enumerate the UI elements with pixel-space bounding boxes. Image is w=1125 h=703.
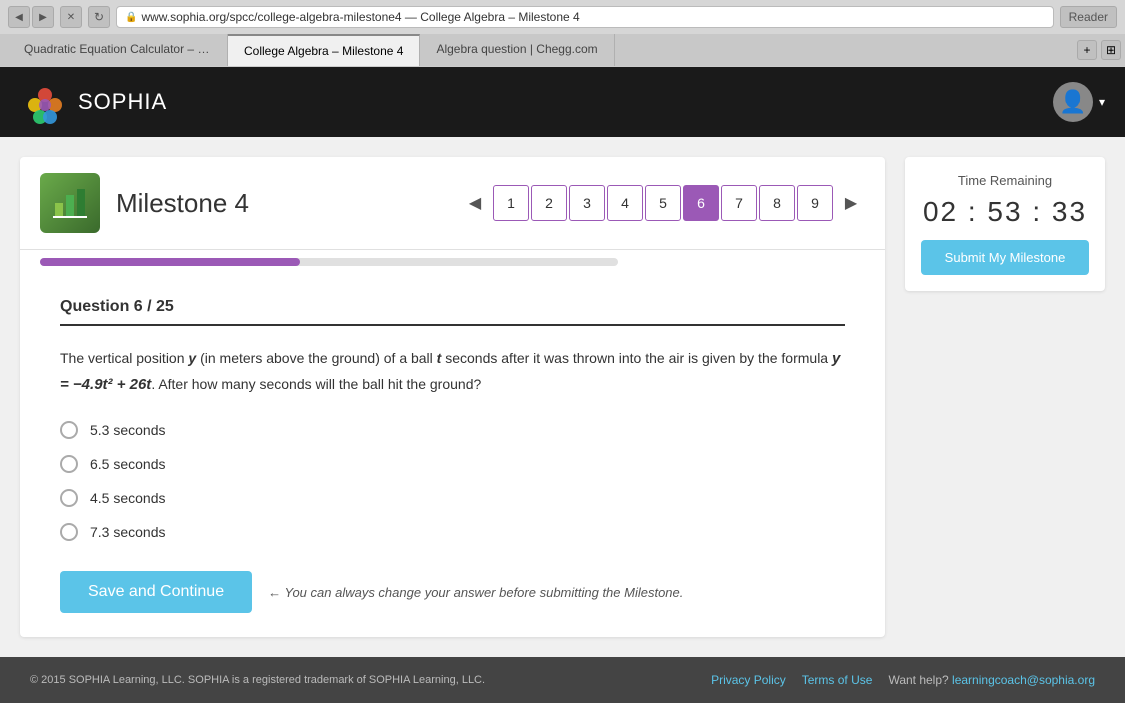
tab-actions: + ⊞ — [1073, 34, 1125, 66]
back-button[interactable]: ◀ — [8, 6, 30, 28]
browser-chrome: ◀ ▶ ✕ ↻ 🔒 www.sophia.org/spcc/college-al… — [0, 0, 1125, 67]
main-content: Milestone 4 ◀ 123456789 ▶ Question 6 / 2… — [0, 137, 1125, 657]
user-avatar-area[interactable]: 👤 ▾ — [1053, 82, 1105, 122]
footer: © 2015 SOPHIA Learning, LLC. SOPHIA is a… — [0, 657, 1125, 703]
answer-label-4: 7.3 seconds — [90, 524, 166, 540]
url-bar[interactable]: 🔒 www.sophia.org/spcc/college-algebra-mi… — [116, 6, 1054, 28]
time-label: Time Remaining — [921, 173, 1089, 188]
lock-icon: 🔒 — [125, 12, 137, 23]
tab-college-algebra[interactable]: College Algebra – Milestone 4 — [228, 34, 420, 66]
answer-option-4[interactable]: 7.3 seconds — [60, 523, 845, 541]
milestone-title: Milestone 4 — [116, 188, 445, 219]
save-continue-button[interactable]: Save and Continue — [60, 571, 252, 613]
app-header: SOPHIA 👤 ▾ — [0, 67, 1125, 137]
next-question-button[interactable]: ▶ — [837, 189, 865, 217]
milestone-icon — [40, 173, 100, 233]
question-number-9[interactable]: 9 — [797, 185, 833, 221]
reader-button[interactable]: Reader — [1060, 6, 1117, 28]
terms-of-use-link[interactable]: Terms of Use — [802, 673, 873, 687]
tab-chegg[interactable]: Algebra question | Chegg.com — [420, 34, 614, 66]
add-tab-button[interactable]: + — [1077, 40, 1097, 60]
avatar: 👤 — [1053, 82, 1093, 122]
footer-copyright: © 2015 SOPHIA Learning, LLC. SOPHIA is a… — [30, 674, 485, 686]
question-number-5[interactable]: 5 — [645, 185, 681, 221]
answer-option-1[interactable]: 5.3 seconds — [60, 421, 845, 439]
sophia-logo-text: SOPHIA — [78, 89, 167, 115]
question-number-3[interactable]: 3 — [569, 185, 605, 221]
footer-right: Privacy Policy Terms of Use Want help? l… — [711, 673, 1095, 687]
sophia-flower-logo — [20, 77, 70, 127]
question-number-4[interactable]: 4 — [607, 185, 643, 221]
question-text-part3: seconds after it was thrown into the air… — [441, 350, 832, 366]
left-panel: Milestone 4 ◀ 123456789 ▶ Question 6 / 2… — [20, 157, 885, 637]
tab-list-button[interactable]: ⊞ — [1101, 40, 1121, 60]
sophia-logo: SOPHIA — [20, 77, 167, 127]
question-number-2[interactable]: 2 — [531, 185, 567, 221]
answer-options: 5.3 seconds 6.5 seconds 4.5 seconds 7.3 … — [60, 421, 845, 541]
submit-milestone-button[interactable]: Submit My Milestone — [921, 240, 1089, 275]
radio-4[interactable] — [60, 523, 78, 541]
question-number-1[interactable]: 1 — [493, 185, 529, 221]
milestone-icon-graphic — [50, 183, 90, 223]
progress-area — [20, 250, 885, 274]
reload-button[interactable]: ↻ — [88, 6, 110, 28]
prev-question-button[interactable]: ◀ — [461, 189, 489, 217]
question-content: Question 6 / 25 The vertical position y … — [20, 274, 885, 637]
question-label: Question 6 / 25 — [60, 298, 845, 326]
question-number-list: 123456789 — [493, 185, 833, 221]
browser-toolbar: ◀ ▶ ✕ ↻ 🔒 www.sophia.org/spcc/college-al… — [0, 0, 1125, 34]
milestone-nav: ◀ 123456789 ▶ — [461, 185, 865, 221]
question-number-8[interactable]: 8 — [759, 185, 795, 221]
radio-2[interactable] — [60, 455, 78, 473]
privacy-policy-link[interactable]: Privacy Policy — [711, 673, 786, 687]
user-icon: 👤 — [1059, 89, 1086, 115]
question-text-part2: (in meters above the ground) of a ball — [196, 350, 436, 366]
right-panel: Time Remaining 02 : 53 : 33 Submit My Mi… — [905, 157, 1105, 637]
radio-3[interactable] — [60, 489, 78, 507]
nav-buttons: ◀ ▶ — [8, 6, 54, 28]
new-tab-button[interactable]: ✕ — [60, 6, 82, 28]
save-hint: ← You can always change your answer befo… — [268, 585, 683, 600]
forward-button[interactable]: ▶ — [32, 6, 54, 28]
footer-help-text: Want help? learningcoach@sophia.org — [888, 673, 1095, 687]
user-dropdown-arrow: ▾ — [1099, 95, 1105, 109]
answer-option-2[interactable]: 6.5 seconds — [60, 455, 845, 473]
save-section: Save and Continue ← You can always chang… — [60, 571, 845, 613]
time-box: Time Remaining 02 : 53 : 33 Submit My Mi… — [905, 157, 1105, 291]
progress-bar-outer — [40, 258, 618, 266]
question-text-part4: . After how many seconds will the ball h… — [151, 376, 481, 392]
answer-label-2: 6.5 seconds — [90, 456, 166, 472]
tab-symbolab[interactable]: Quadratic Equation Calculator – Symbolab — [8, 34, 228, 66]
question-number-7[interactable]: 7 — [721, 185, 757, 221]
question-number-6[interactable]: 6 — [683, 185, 719, 221]
url-text: www.sophia.org/spcc/college-algebra-mile… — [141, 10, 579, 24]
answer-label-3: 4.5 seconds — [90, 490, 166, 506]
help-email-link[interactable]: learningcoach@sophia.org — [952, 673, 1095, 687]
radio-1[interactable] — [60, 421, 78, 439]
progress-bar-inner — [40, 258, 300, 266]
question-text-part1: The vertical position — [60, 350, 188, 366]
answer-label-1: 5.3 seconds — [90, 422, 166, 438]
milestone-header: Milestone 4 ◀ 123456789 ▶ — [20, 157, 885, 250]
time-display: 02 : 53 : 33 — [921, 196, 1089, 228]
question-text: The vertical position y (in meters above… — [60, 346, 845, 397]
browser-tabs: Quadratic Equation Calculator – Symbolab… — [0, 34, 1073, 66]
answer-option-3[interactable]: 4.5 seconds — [60, 489, 845, 507]
